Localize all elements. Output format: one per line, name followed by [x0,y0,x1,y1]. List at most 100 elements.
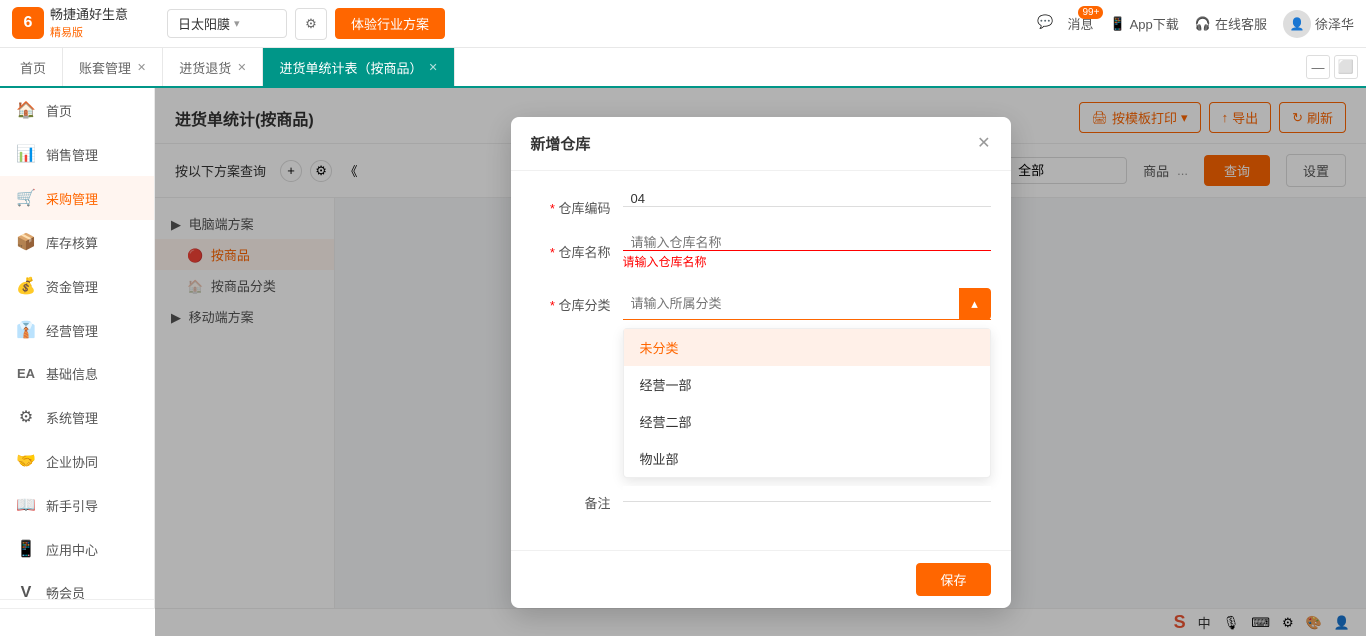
logo-icon: 6 [12,7,44,39]
store-selector[interactable]: 日太阳膜 ▾ [167,9,287,38]
apps-icon: 📱 [16,539,36,559]
sidebar-basic-info-label: 基础信息 [46,364,98,383]
sidebar-item-apps[interactable]: 📱 应用中心 [0,527,154,571]
store-dropdown-icon: ▾ [234,17,240,30]
dropdown-item-property[interactable]: 物业部 [624,440,990,477]
sidebar-inventory-label: 库存核算 [46,233,98,252]
name-label: 仓库名称 [531,235,611,261]
tab-home[interactable]: 首页 [4,48,63,86]
category-label: 仓库分类 [531,288,611,314]
sidebar-item-collab[interactable]: 🤝 企业协同 [0,439,154,483]
headphone-icon: 🎧 [1195,16,1211,32]
purchase-return-tab-label: 进货退货 [179,58,231,77]
mobile-icon: 📱 [1109,16,1125,32]
sidebar-item-system[interactable]: ⚙ 系统管理 [0,395,154,439]
purchase-return-tab-close[interactable]: ✕ [237,61,246,74]
sidebar-finance-label: 资金管理 [46,277,98,296]
tabs-bar: 首页 账套管理 ✕ 进货退货 ✕ 进货单统计表（按商品） ✕ — ⬜ [0,48,1366,88]
code-label: 仓库编码 [531,191,611,217]
sidebar-purchase-label: 采购管理 [46,189,98,208]
store-name: 日太阳膜 [178,14,230,33]
tab-purchase-return[interactable]: 进货退货 ✕ [163,48,263,86]
dropdown-item-uncategorized[interactable]: 未分类 [624,329,990,366]
sidebar-item-guide[interactable]: 📖 新手引导 [0,483,154,527]
chat-icon: 💬 [1037,14,1053,33]
dropdown-list: 未分类 经营一部 经营二部 物业部 [623,328,991,478]
notes-row: 备注 [531,486,991,512]
trial-button[interactable]: 体验行业方案 [335,8,445,39]
tabs-minimize-btn[interactable]: — [1306,55,1330,79]
tabs-maximize-btn[interactable]: ⬜ [1334,55,1358,79]
tab-purchase-stats[interactable]: 进货单统计表（按商品） ✕ [263,48,454,86]
accounts-tab-close[interactable]: ✕ [137,61,146,74]
modal-title: 新增仓库 [531,133,591,154]
notification-btn[interactable]: 💬 99+ 消息 [1037,14,1093,33]
sidebar-item-home[interactable]: 🏠 首页 [0,88,154,132]
header-center: 日太阳膜 ▾ ⚙ 体验行业方案 [167,8,1037,40]
sidebar-apps-label: 应用中心 [46,540,98,559]
avatar: 👤 [1283,10,1311,38]
username: 徐泽华 [1315,14,1354,33]
app-download-btn[interactable]: 📱 App下载 [1109,14,1178,33]
purchase-stats-tab-close[interactable]: ✕ [429,61,438,74]
purchase-icon: 🛒 [16,188,36,208]
sidebar-item-finance[interactable]: 💰 资金管理 [0,264,154,308]
name-error-msg: 请输入仓库名称 [623,253,991,270]
sidebar-collab-label: 企业协同 [46,452,98,471]
app-name: 畅捷通好生意 [50,7,128,24]
main-layout: 🏠 首页 📊 销售管理 🛒 采购管理 📦 库存核算 💰 资金管理 👔 经营管理 … [0,88,1366,636]
dropdown-item-dept1[interactable]: 经营一部 [624,366,990,403]
modal-close-btn[interactable]: ✕ [977,133,990,153]
code-input[interactable] [623,191,991,207]
sidebar-guide-label: 新手引导 [46,496,98,515]
purchase-stats-tab-label: 进货单统计表（按商品） [279,58,422,77]
operations-icon: 👔 [16,320,36,340]
top-header: 6 畅捷通好生意 精易版 日太阳膜 ▾ ⚙ 体验行业方案 💬 99+ 消息 📱 … [0,0,1366,48]
tab-accounts[interactable]: 账套管理 ✕ [63,48,163,86]
name-input[interactable] [623,235,991,251]
basic-info-icon: EA [16,366,36,381]
sidebar-sales-label: 销售管理 [46,145,98,164]
settings-icon[interactable]: ⚙ [295,8,327,40]
notification-count: 99+ [1078,6,1103,19]
category-toggle-btn[interactable]: ▴ [959,288,991,320]
main-content: 进货单统计(按商品) 🖨 按模板打印 ▾ ↑ 导出 ↻ 刷新 [155,88,1366,636]
code-row: 仓库编码 [531,191,991,217]
add-warehouse-modal: 新增仓库 ✕ 仓库编码 仓库名称 [511,117,1011,608]
system-icon: ⚙ [16,407,36,427]
logo-area: 6 畅捷通好生意 精易版 [12,7,167,40]
header-right: 💬 99+ 消息 📱 App下载 🎧 在线客服 👤 徐泽华 [1037,10,1354,38]
category-row: 仓库分类 ▴ [531,288,991,320]
sidebar-item-inventory[interactable]: 📦 库存核算 [0,220,154,264]
sidebar-system-label: 系统管理 [46,408,98,427]
accounts-tab-label: 账套管理 [79,58,131,77]
save-button[interactable]: 保存 [916,563,990,596]
name-row: 仓库名称 请输入仓库名称 [531,235,991,270]
tabs-controls: — ⬜ [1298,48,1366,86]
notes-input[interactable] [623,486,991,502]
sales-icon: 📊 [16,144,36,164]
app-edition: 精易版 [50,24,128,40]
sidebar-item-sales[interactable]: 📊 销售管理 [0,132,154,176]
sidebar-home-label: 首页 [46,101,72,120]
modal-overlay: 新增仓库 ✕ 仓库编码 仓库名称 [155,88,1366,636]
finance-icon: 💰 [16,276,36,296]
sidebar-item-operations[interactable]: 👔 经营管理 [0,308,154,352]
guide-icon: 📖 [16,495,36,515]
dropdown-item-dept2[interactable]: 经营二部 [624,403,990,440]
sidebar: 🏠 首页 📊 销售管理 🛒 采购管理 📦 库存核算 💰 资金管理 👔 经营管理 … [0,88,155,636]
home-icon: 🏠 [16,100,36,120]
modal-footer: 保存 [511,550,1011,608]
inventory-icon: 📦 [16,232,36,252]
home-tab-label: 首页 [20,58,46,77]
tabs-spacer [455,48,1298,86]
modal-body: 仓库编码 仓库名称 请输入仓库名称 [511,171,1011,550]
online-service-btn[interactable]: 🎧 在线客服 [1195,14,1267,33]
category-input[interactable] [623,288,991,320]
sidebar-item-basic-info[interactable]: EA 基础信息 [0,352,154,395]
user-menu[interactable]: 👤 徐泽华 [1283,10,1354,38]
modal-header: 新增仓库 ✕ [511,117,1011,171]
sidebar-operations-label: 经营管理 [46,321,98,340]
sidebar-item-purchase[interactable]: 🛒 采购管理 [0,176,154,220]
category-dropdown: 未分类 经营一部 经营二部 物业部 [623,328,991,478]
